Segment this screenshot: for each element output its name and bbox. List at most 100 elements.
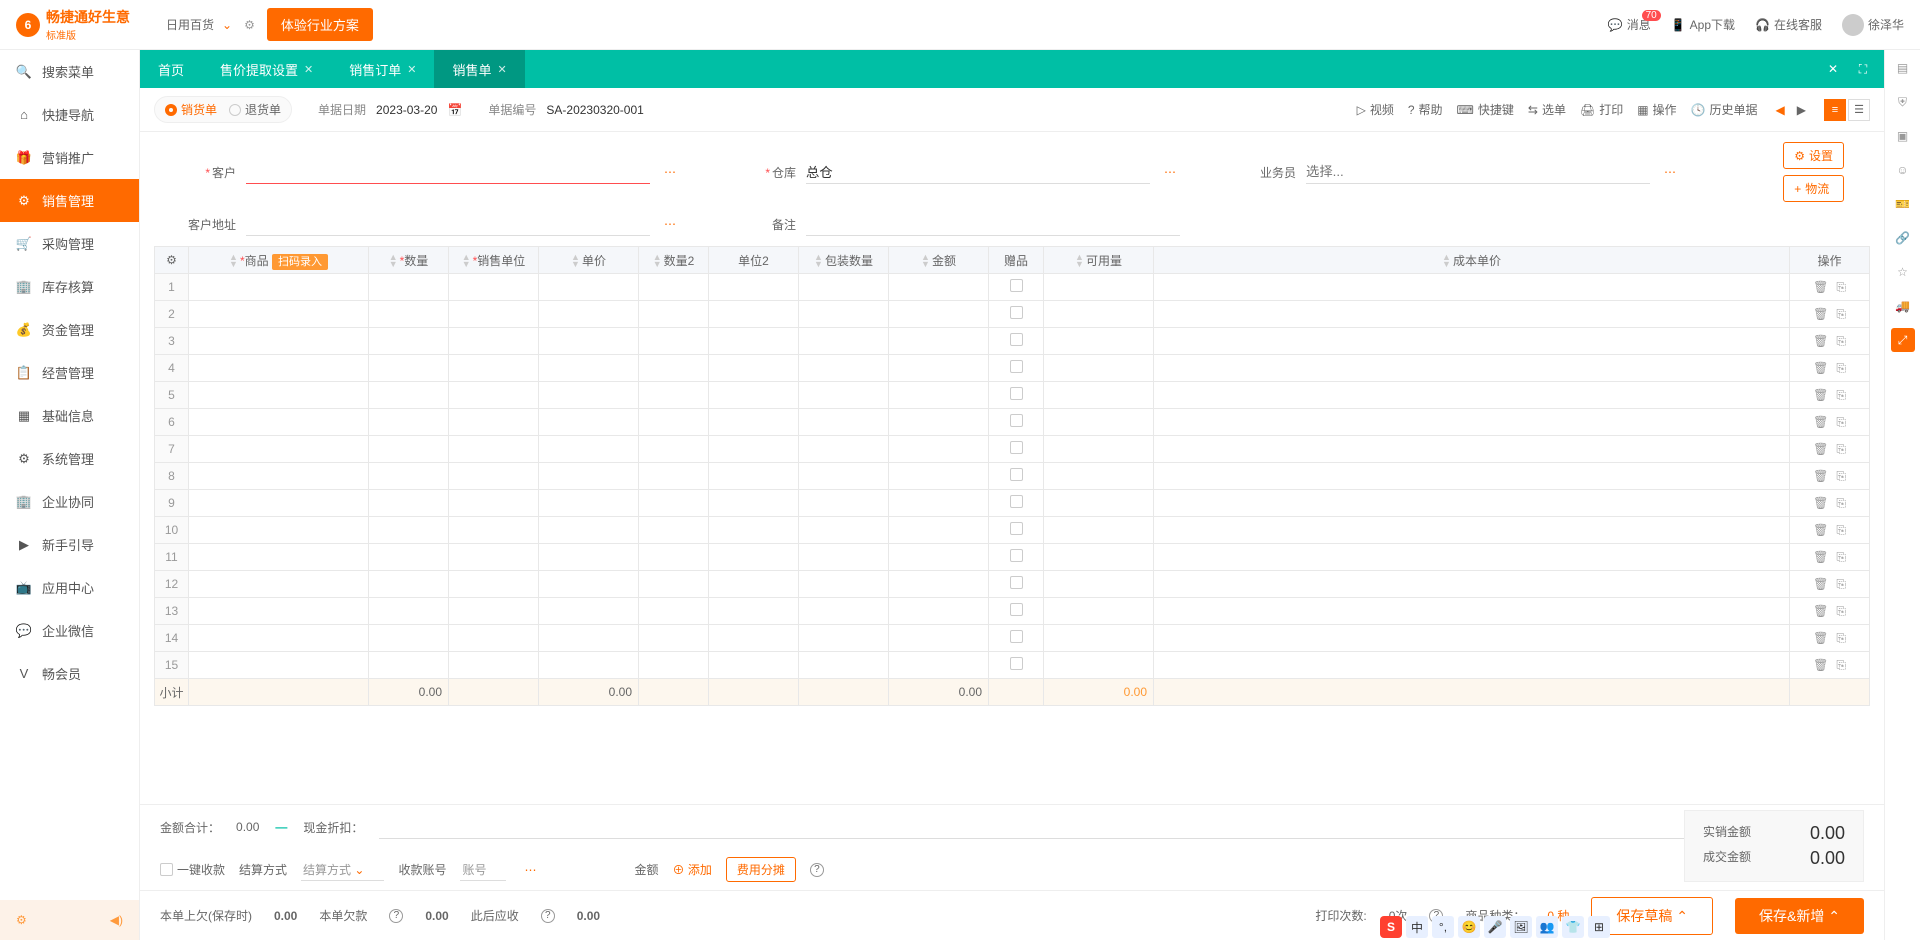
delete-row-icon[interactable]: 🗑: [1813, 415, 1828, 430]
add-payment-button[interactable]: ⊕ 添加: [673, 861, 712, 878]
delete-row-icon[interactable]: 🗑: [1813, 442, 1828, 457]
sales-input[interactable]: [1306, 160, 1650, 184]
warehouse-input[interactable]: [806, 160, 1150, 184]
copy-row-icon[interactable]: ⎘: [1836, 280, 1846, 295]
history-button[interactable]: 🕓历史单据: [1691, 101, 1758, 118]
logistics-button[interactable]: +物流: [1783, 175, 1844, 202]
table-row[interactable]: 11🗑⎘: [155, 544, 1870, 571]
gift-checkbox[interactable]: [1010, 441, 1023, 454]
sidebar-item-10[interactable]: 🏢企业协同: [0, 480, 139, 523]
rail-truck-icon[interactable]: 🚚: [1891, 294, 1915, 318]
gift-checkbox[interactable]: [1010, 306, 1023, 319]
address-lookup-icon[interactable]: ⋯: [660, 217, 680, 231]
ime-user[interactable]: 👥: [1536, 916, 1558, 938]
sidebar-item-5[interactable]: 🏢库存核算: [0, 265, 139, 308]
ime-sogou-icon[interactable]: S: [1380, 916, 1402, 938]
gear-icon[interactable]: ⚙: [244, 18, 255, 32]
close-icon[interactable]: ✕: [407, 63, 416, 76]
col-product[interactable]: ▲▼*商品 扫码录入: [189, 247, 369, 274]
delete-row-icon[interactable]: 🗑: [1813, 307, 1828, 322]
gift-checkbox[interactable]: [1010, 387, 1023, 400]
delete-row-icon[interactable]: 🗑: [1813, 280, 1828, 295]
sidebar-item-13[interactable]: 💬企业微信: [0, 609, 139, 652]
table-row[interactable]: 13🗑⎘: [155, 598, 1870, 625]
scan-button[interactable]: 扫码录入: [272, 254, 328, 270]
rail-shield-icon[interactable]: ⛨: [1891, 90, 1915, 114]
sidebar-item-11[interactable]: ▶新手引导: [0, 523, 139, 566]
warehouse-lookup-icon[interactable]: ⋯: [1160, 165, 1180, 179]
tab-0[interactable]: 首页: [140, 50, 202, 88]
ops-button[interactable]: ▦操作: [1637, 101, 1676, 118]
sidebar-item-0[interactable]: 🔍搜索菜单: [0, 50, 139, 93]
copy-row-icon[interactable]: ⎘: [1836, 307, 1846, 322]
col-qty2[interactable]: ▲▼数量2: [639, 247, 709, 274]
copy-row-icon[interactable]: ⎘: [1836, 469, 1846, 484]
onekey-checkbox[interactable]: 一键收款: [160, 861, 225, 878]
delete-row-icon[interactable]: 🗑: [1813, 604, 1828, 619]
table-row[interactable]: 9🗑⎘: [155, 490, 1870, 517]
doc-type-sales[interactable]: 销货单: [165, 101, 217, 118]
col-unit2[interactable]: 单位2: [709, 247, 799, 274]
tab-close-all[interactable]: ✕: [1818, 54, 1848, 84]
col-pack[interactable]: ▲▼包装数量: [799, 247, 889, 274]
close-icon[interactable]: ✕: [304, 63, 313, 76]
discount-input[interactable]: [379, 815, 1695, 839]
copy-row-icon[interactable]: ⎘: [1836, 361, 1846, 376]
date-value[interactable]: 2023-03-20: [376, 103, 437, 117]
ime-punct[interactable]: °,: [1432, 916, 1454, 938]
ime-grid[interactable]: ⊞: [1588, 916, 1610, 938]
rail-user-icon[interactable]: ☺: [1891, 158, 1915, 182]
gift-checkbox[interactable]: [1010, 576, 1023, 589]
gift-checkbox[interactable]: [1010, 522, 1023, 535]
col-settings[interactable]: ⚙: [155, 247, 189, 274]
table-row[interactable]: 15🗑⎘: [155, 652, 1870, 679]
address-input[interactable]: [246, 212, 650, 236]
try-industry-button[interactable]: 体验行业方案: [267, 8, 373, 41]
customer-lookup-icon[interactable]: ⋯: [660, 165, 680, 179]
cost-share-button[interactable]: 费用分摊: [726, 857, 796, 882]
col-gift[interactable]: 赠品: [989, 247, 1044, 274]
user-menu[interactable]: 徐泽华: [1842, 14, 1904, 36]
delete-row-icon[interactable]: 🗑: [1813, 631, 1828, 646]
prev-doc-arrow[interactable]: ◀: [1772, 101, 1789, 119]
next-doc-arrow[interactable]: ▶: [1793, 101, 1810, 119]
sidebar-item-4[interactable]: 🛒采购管理: [0, 222, 139, 265]
account-select[interactable]: 账号: [460, 859, 506, 881]
tab-3[interactable]: 销售单✕: [434, 50, 524, 88]
sidebar-item-1[interactable]: ⌂快捷导航: [0, 93, 139, 136]
delete-row-icon[interactable]: 🗑: [1813, 388, 1828, 403]
sidebar-item-14[interactable]: V畅会员: [0, 652, 139, 695]
customer-input[interactable]: [246, 160, 650, 184]
gift-checkbox[interactable]: [1010, 414, 1023, 427]
doc-type-return[interactable]: 退货单: [229, 101, 281, 118]
gift-checkbox[interactable]: [1010, 657, 1023, 670]
col-amount[interactable]: ▲▼金额: [889, 247, 989, 274]
sidebar-item-6[interactable]: 💰资金管理: [0, 308, 139, 351]
table-row[interactable]: 8🗑⎘: [155, 463, 1870, 490]
sidebar-item-2[interactable]: 🎁营销推广: [0, 136, 139, 179]
copy-row-icon[interactable]: ⎘: [1836, 550, 1846, 565]
delete-row-icon[interactable]: 🗑: [1813, 334, 1828, 349]
close-icon[interactable]: ✕: [498, 63, 507, 76]
copy-row-icon[interactable]: ⎘: [1836, 658, 1846, 673]
delete-row-icon[interactable]: 🗑: [1813, 361, 1828, 376]
app-download-button[interactable]: 📱 App下载: [1671, 16, 1735, 33]
copy-row-icon[interactable]: ⎘: [1836, 496, 1846, 511]
gift-checkbox[interactable]: [1010, 603, 1023, 616]
print-button[interactable]: 🖨打印: [1580, 101, 1623, 118]
col-cost[interactable]: ▲▼成本单价: [1154, 247, 1790, 274]
sidebar-item-3[interactable]: ⚙销售管理: [0, 179, 139, 222]
gift-checkbox[interactable]: [1010, 630, 1023, 643]
sidebar-item-9[interactable]: ⚙系统管理: [0, 437, 139, 480]
customer-service-button[interactable]: 🎧 在线客服: [1755, 16, 1822, 33]
table-row[interactable]: 12🗑⎘: [155, 571, 1870, 598]
method-select[interactable]: 结算方式 ⌄: [301, 859, 384, 881]
ime-emoji[interactable]: 😊: [1458, 916, 1480, 938]
ime-skin[interactable]: 👕: [1562, 916, 1584, 938]
sidebar-item-7[interactable]: 📋经营管理: [0, 351, 139, 394]
calendar-icon[interactable]: 📅: [447, 103, 462, 117]
table-row[interactable]: 5🗑⎘: [155, 382, 1870, 409]
rail-ticket-icon[interactable]: 🎫: [1891, 192, 1915, 216]
delete-row-icon[interactable]: 🗑: [1813, 658, 1828, 673]
sidebar-item-8[interactable]: ▦基础信息: [0, 394, 139, 437]
